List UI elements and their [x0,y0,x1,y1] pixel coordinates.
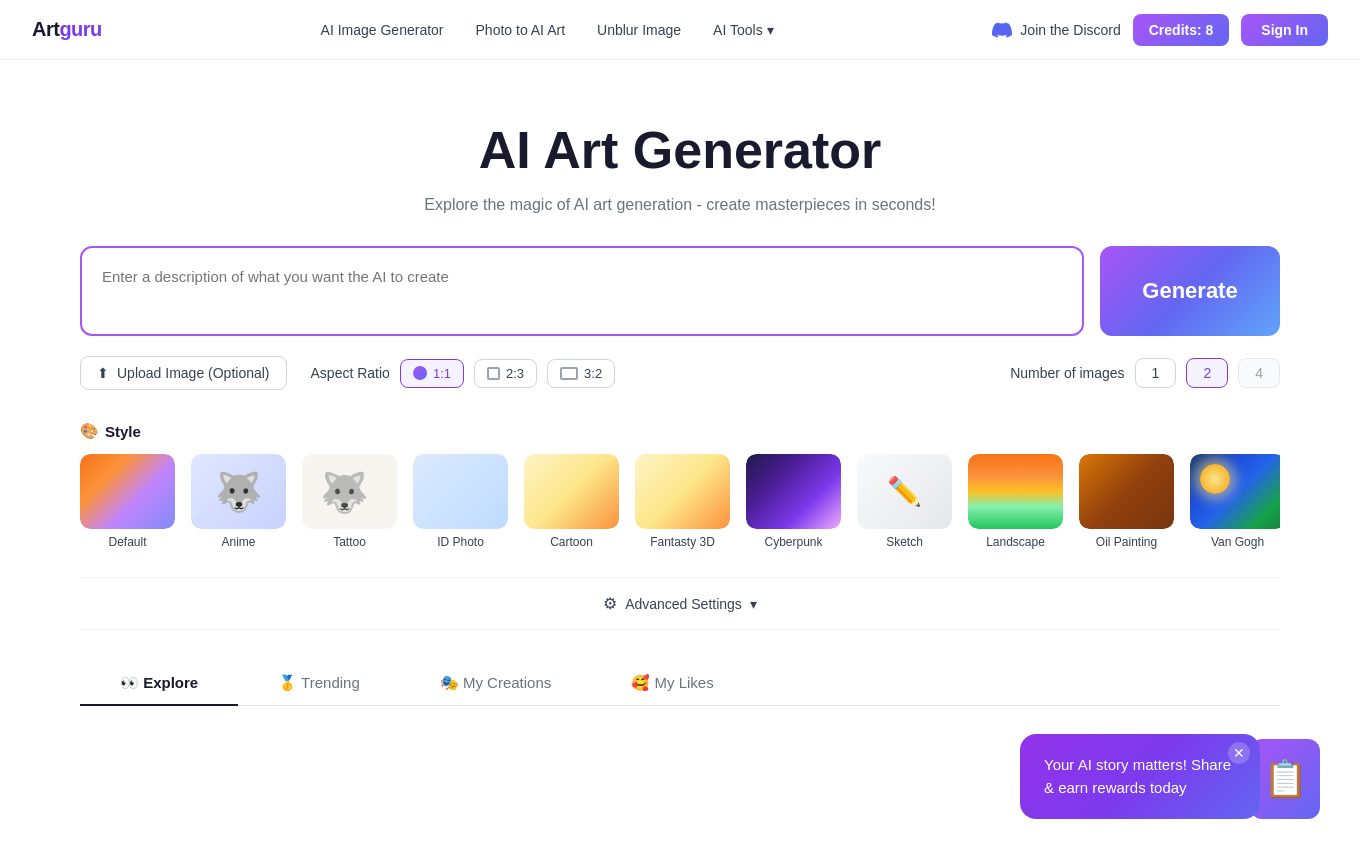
style-grid: Default 🐺 Anime 🐺 Tattoo ID Photo Cartoo… [80,454,1280,553]
signin-button[interactable]: Sign In [1241,14,1328,46]
style-name-fantasy-3d: Fantasty 3D [635,535,730,549]
aspect-ratio-3-2[interactable]: 3:2 [547,359,615,388]
aspect-square-icon [487,367,500,380]
style-name-default: Default [80,535,175,549]
style-name-landscape: Landscape [968,535,1063,549]
tab-label-my-likes: My Likes [654,674,713,691]
style-item-tattoo[interactable]: 🐺 Tattoo [302,454,397,549]
style-thumb-default [80,454,175,529]
style-item-cartoon[interactable]: Cartoon [524,454,619,549]
controls-row: ⬆ Upload Image (Optional) Aspect Ratio 1… [80,356,1280,390]
tab-explore[interactable]: 👀 Explore [80,662,238,706]
aspect-ratio-section: Aspect Ratio 1:1 2:3 3:2 [311,359,616,388]
aspect-ratio-label: Aspect Ratio [311,365,390,381]
page-title: AI Art Generator [32,120,1328,180]
style-item-van-gogh[interactable]: Van Gogh [1190,454,1280,549]
chevron-down-icon: ▾ [750,596,757,612]
style-name-cartoon: Cartoon [524,535,619,549]
advanced-settings-section: ⚙ Advanced Settings ▾ [80,577,1280,630]
style-item-anime[interactable]: 🐺 Anime [191,454,286,549]
style-name-tattoo: Tattoo [302,535,397,549]
style-thumb-cyberpunk [746,454,841,529]
upload-image-button[interactable]: ⬆ Upload Image (Optional) [80,356,287,390]
tab-emoji-trending: 🥇 [278,674,297,691]
tab-my-creations[interactable]: 🎭 My Creations [400,662,592,706]
tabs-row: 👀 Explore🥇 Trending🎭 My Creations🥰 My Li… [80,662,1280,706]
svg-text:🐺: 🐺 [320,469,369,516]
style-item-fantasy-3d[interactable]: Fantasty 3D [635,454,730,549]
style-item-cyberpunk[interactable]: Cyberpunk [746,454,841,549]
style-thumb-id-photo [413,454,508,529]
credits-button[interactable]: Credits: 8 [1133,14,1230,46]
style-thumb-oil-painting [1079,454,1174,529]
style-thumb-cartoon [524,454,619,529]
tab-emoji-my-likes: 🥰 [631,674,650,691]
style-thumb-van-gogh [1190,454,1280,529]
style-thumb-tattoo: 🐺 [302,454,397,529]
navbar: Artguru AI Image Generator Photo to AI A… [0,0,1360,60]
nav-right: Join the Discord Credits: 8 Sign In [992,14,1328,46]
style-name-cyberpunk: Cyberpunk [746,535,841,549]
style-item-landscape[interactable]: Landscape [968,454,1063,549]
style-thumb-landscape [968,454,1063,529]
img-count-2[interactable]: 2 [1186,358,1228,388]
img-count-1[interactable]: 1 [1135,358,1177,388]
gear-icon: ⚙ [603,594,617,613]
aspect-dot-icon [413,366,427,380]
nav-links: AI Image Generator Photo to AI Art Unblu… [321,22,774,38]
style-label: Style [105,423,141,440]
style-emoji: 🎨 [80,422,99,440]
style-name-anime: Anime [191,535,286,549]
popup-card: ✕ Your AI story matters! Share & earn re… [1020,734,1260,819]
popup-emoji: 📋 [1263,758,1308,800]
nav-ai-tools[interactable]: AI Tools ▾ [713,22,774,38]
popup-close-button[interactable]: ✕ [1228,742,1250,764]
prompt-input[interactable] [80,246,1084,336]
style-item-oil-painting[interactable]: Oil Painting [1079,454,1174,549]
style-name-oil-painting: Oil Painting [1079,535,1174,549]
style-item-default[interactable]: Default [80,454,175,549]
style-name-van-gogh: Van Gogh [1190,535,1280,549]
popup-illustration: 📋 [1250,739,1320,819]
style-name-id-photo: ID Photo [413,535,508,549]
logo[interactable]: Artguru [32,18,102,41]
chevron-down-icon: ▾ [767,22,774,38]
hero-subtitle: Explore the magic of AI art generation -… [32,196,1328,214]
generate-button[interactable]: Generate [1100,246,1280,336]
discord-icon [992,20,1012,40]
prompt-row: Generate [80,246,1280,336]
advanced-settings-button[interactable]: ⚙ Advanced Settings ▾ [603,594,757,613]
tab-label-trending: Trending [301,674,360,691]
tab-label-explore: Explore [143,674,198,691]
tab-my-likes[interactable]: 🥰 My Likes [591,662,753,706]
style-item-sketch[interactable]: ✏️ Sketch [857,454,952,549]
popup-message: Your AI story matters! Share & earn rewa… [1044,756,1231,796]
style-header: 🎨 Style [80,422,1280,440]
style-section: 🎨 Style Default 🐺 Anime 🐺 Tattoo ID Phot… [80,422,1280,553]
aspect-rect-icon [560,367,578,380]
popup-overlay: ✕ Your AI story matters! Share & earn re… [1020,734,1320,819]
style-thumb-sketch: ✏️ [857,454,952,529]
discord-button[interactable]: Join the Discord [992,20,1120,40]
tab-trending[interactable]: 🥇 Trending [238,662,400,706]
nav-photo-to-ai-art[interactable]: Photo to AI Art [476,22,566,38]
tool-container: Generate ⬆ Upload Image (Optional) Aspec… [40,246,1320,706]
num-images-section: Number of images 1 2 4 [1010,358,1280,388]
tab-emoji-my-creations: 🎭 [440,674,459,691]
tab-emoji-explore: 👀 [120,674,139,691]
upload-icon: ⬆ [97,365,109,381]
style-thumb-fantasy-3d [635,454,730,529]
style-item-id-photo[interactable]: ID Photo [413,454,508,549]
img-count-4[interactable]: 4 [1238,358,1280,388]
style-name-sketch: Sketch [857,535,952,549]
nav-unblur-image[interactable]: Unblur Image [597,22,681,38]
num-images-label: Number of images [1010,365,1124,381]
aspect-ratio-2-3[interactable]: 2:3 [474,359,537,388]
aspect-ratio-1-1[interactable]: 1:1 [400,359,464,388]
nav-ai-image-generator[interactable]: AI Image Generator [321,22,444,38]
style-thumb-anime: 🐺 [191,454,286,529]
tab-label-my-creations: My Creations [463,674,551,691]
hero-section: AI Art Generator Explore the magic of AI… [0,60,1360,246]
